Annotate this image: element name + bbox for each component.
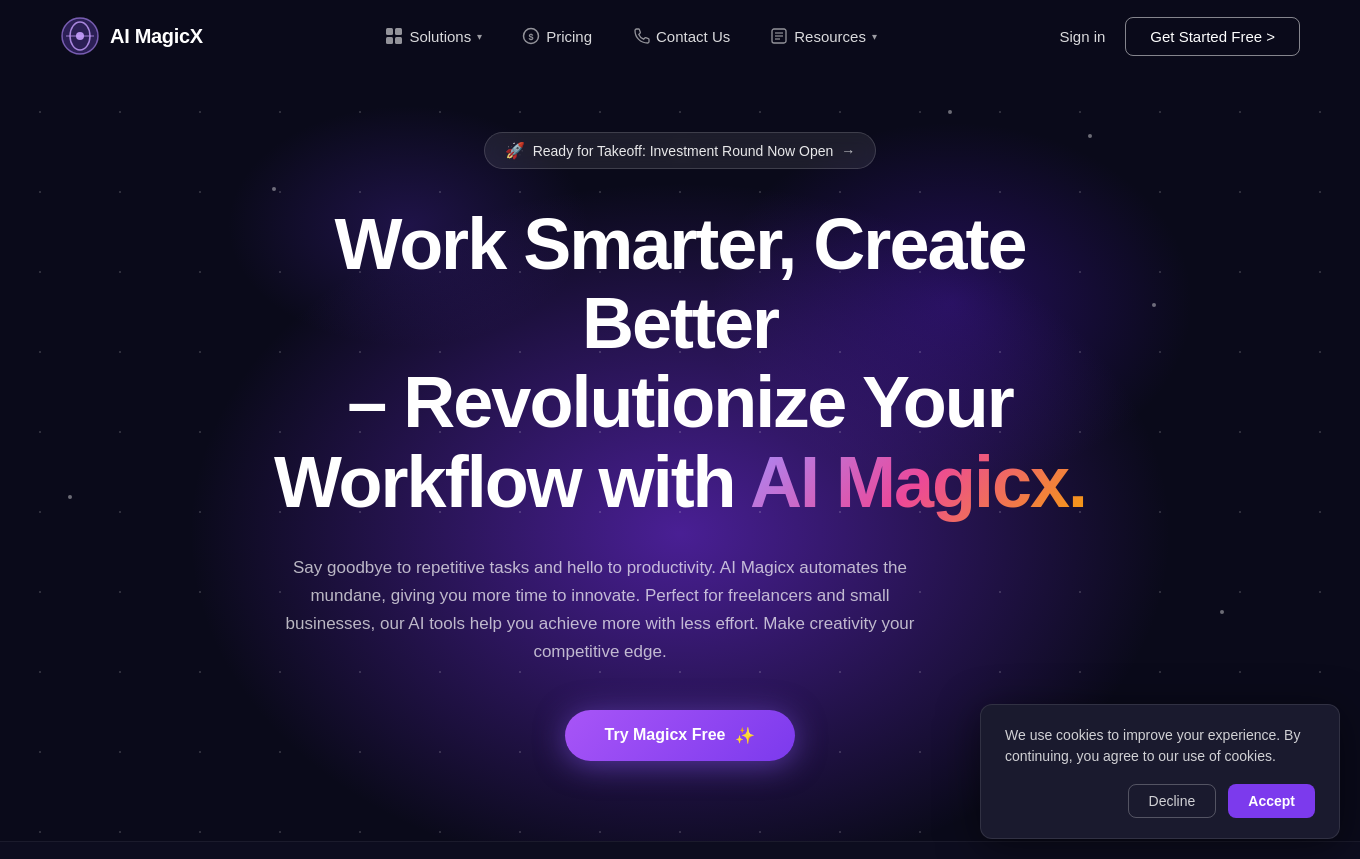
signin-link[interactable]: Sign in bbox=[1059, 28, 1105, 45]
svg-text:$: $ bbox=[529, 32, 534, 42]
nav-item-resources[interactable]: Resources ▾ bbox=[752, 19, 895, 53]
sparkle-icon: ✨ bbox=[735, 726, 755, 745]
hero-title-line3-plain: Workflow with bbox=[274, 442, 750, 522]
logo-text: AI MagicX bbox=[110, 25, 203, 48]
resources-icon bbox=[770, 27, 788, 45]
hero-content: 🚀 Ready for Takeoff: Investment Round No… bbox=[270, 132, 1090, 761]
logo[interactable]: AI MagicX bbox=[60, 16, 203, 56]
logo-icon bbox=[60, 16, 100, 56]
announcement-banner[interactable]: 🚀 Ready for Takeoff: Investment Round No… bbox=[484, 132, 877, 169]
decorative-dot bbox=[68, 495, 72, 499]
try-btn-label: Try Magicx Free bbox=[605, 726, 726, 744]
nav-links: Solutions ▾ $ Pricing Contact Us Resour bbox=[367, 19, 894, 53]
hero-title: Work Smarter, Create Better – Revolution… bbox=[270, 205, 1090, 522]
solutions-icon bbox=[385, 27, 403, 45]
svg-rect-5 bbox=[395, 28, 402, 35]
decline-button[interactable]: Decline bbox=[1128, 784, 1217, 818]
nav-item-solutions[interactable]: Solutions ▾ bbox=[367, 19, 500, 53]
nav-item-contact[interactable]: Contact Us bbox=[614, 19, 748, 53]
decorative-dot bbox=[1152, 303, 1156, 307]
svg-rect-7 bbox=[395, 37, 402, 44]
accept-button[interactable]: Accept bbox=[1228, 784, 1315, 818]
announcement-text: Ready for Takeoff: Investment Round Now … bbox=[533, 143, 834, 159]
cookie-message: We use cookies to improve your experienc… bbox=[1005, 725, 1315, 768]
hero-subtitle: Say goodbye to repetitive tasks and hell… bbox=[270, 554, 930, 666]
hero-title-gradient: AI Magicx. bbox=[750, 442, 1086, 522]
decorative-dot bbox=[948, 110, 952, 114]
rocket-icon: 🚀 bbox=[505, 141, 525, 160]
try-magicx-button[interactable]: Try Magicx Free ✨ bbox=[565, 710, 796, 761]
contact-icon bbox=[632, 27, 650, 45]
get-started-button[interactable]: Get Started Free > bbox=[1125, 17, 1300, 56]
hero-title-line2: – Revolutionize Your bbox=[347, 362, 1012, 442]
solutions-label: Solutions bbox=[409, 28, 471, 45]
nav-item-pricing[interactable]: $ Pricing bbox=[504, 19, 610, 53]
cookie-banner: We use cookies to improve your experienc… bbox=[980, 704, 1340, 839]
resources-chevron: ▾ bbox=[872, 31, 877, 42]
logos-strip: Quora HubSpot amazon facebook tinder air… bbox=[0, 841, 1360, 859]
decorative-dot bbox=[1220, 610, 1224, 614]
cookie-actions: Decline Accept bbox=[1005, 784, 1315, 818]
solutions-chevron: ▾ bbox=[477, 31, 482, 42]
announcement-arrow: → bbox=[841, 143, 855, 159]
pricing-icon: $ bbox=[522, 27, 540, 45]
resources-label: Resources bbox=[794, 28, 866, 45]
navbar: AI MagicX Solutions ▾ $ Pricing Contac bbox=[0, 0, 1360, 72]
pricing-label: Pricing bbox=[546, 28, 592, 45]
svg-rect-4 bbox=[386, 28, 393, 35]
svg-rect-6 bbox=[386, 37, 393, 44]
nav-actions: Sign in Get Started Free > bbox=[1059, 17, 1300, 56]
hero-title-line1: Work Smarter, Create Better bbox=[334, 204, 1025, 363]
contact-label: Contact Us bbox=[656, 28, 730, 45]
